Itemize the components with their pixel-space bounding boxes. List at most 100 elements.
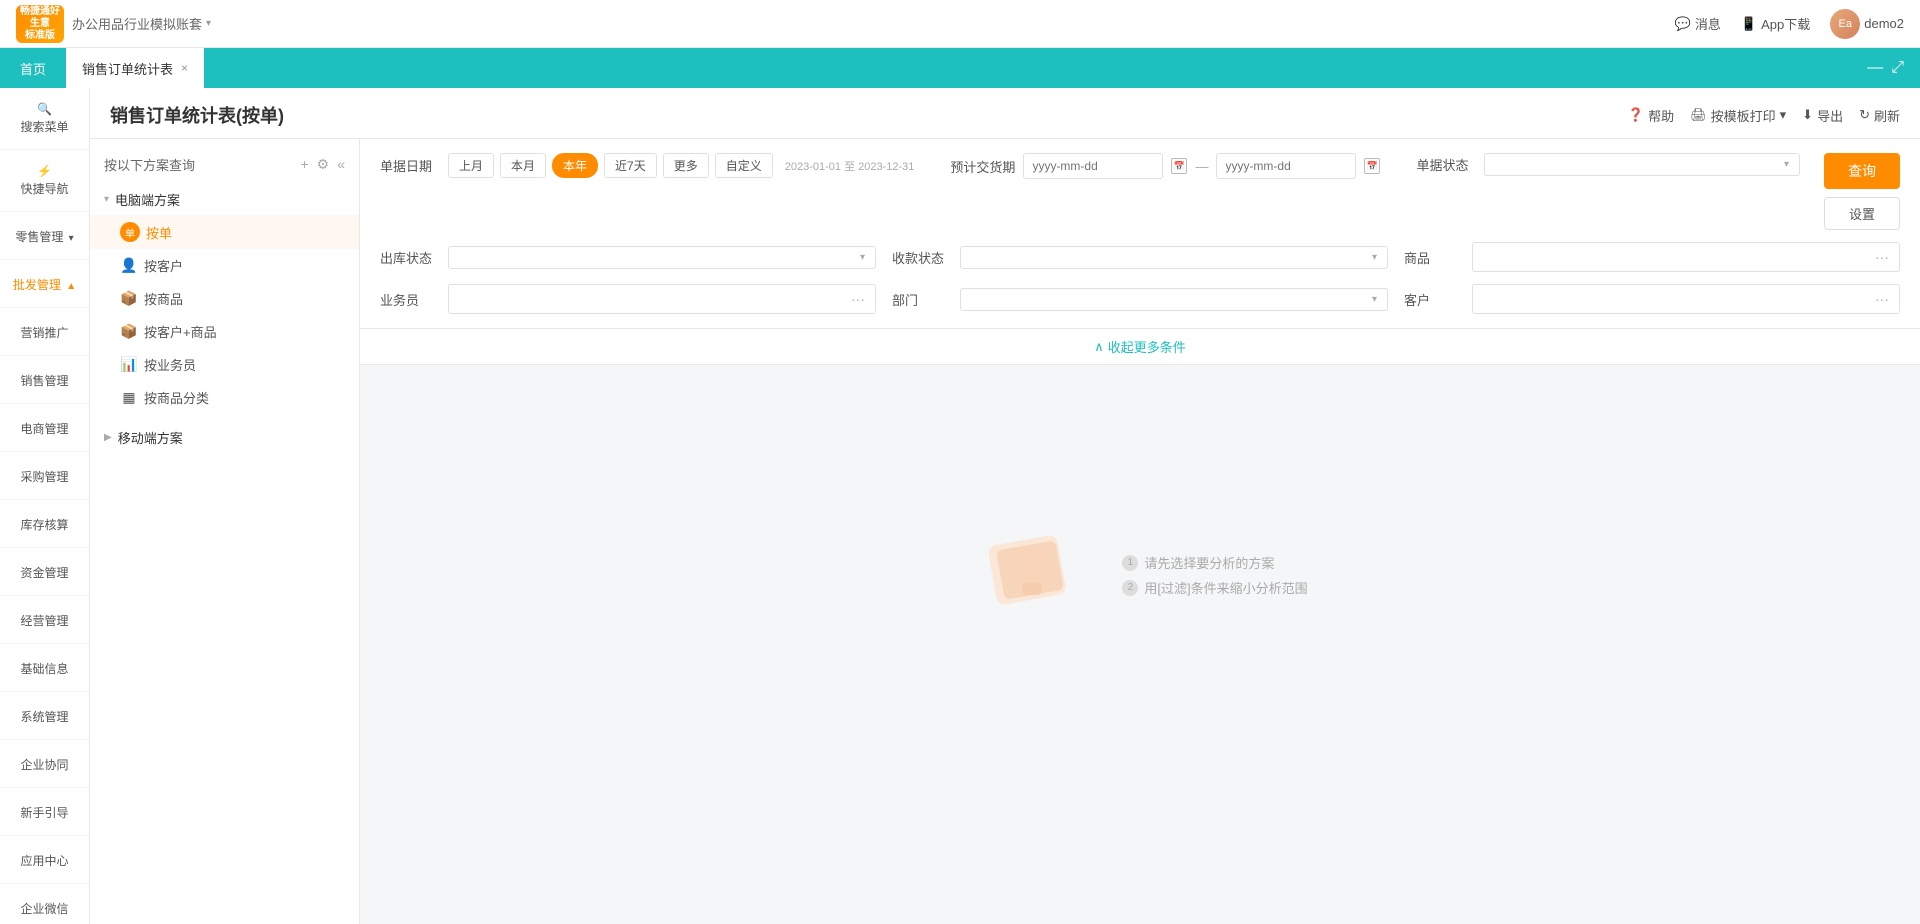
- sidebar-item-enterprise[interactable]: 企业协同: [0, 740, 89, 788]
- sidebar-item-system[interactable]: 系统管理: [0, 692, 89, 740]
- sidebar-item-retail[interactable]: 零售管理 ▾: [0, 212, 89, 260]
- print-btn[interactable]: 🖨 按模板打印 ▾: [1690, 106, 1786, 125]
- expected-date-to[interactable]: [1216, 153, 1356, 179]
- content-area: 销售订单统计表(按单) ❓ 帮助 🖨 按模板打印 ▾ ⬇ 导出 ↻ 刷新: [90, 88, 1920, 924]
- sidebar-item-finance[interactable]: 资金管理: [0, 548, 89, 596]
- app-download-icon: 📱: [1741, 16, 1757, 32]
- add-scheme-icon[interactable]: +: [300, 156, 308, 173]
- customer-ellipsis: ···: [1875, 291, 1889, 307]
- search-icon: 🔍: [4, 102, 85, 116]
- right-panel: 单据日期 上月 本月 本年 近7天 更多 自定义 2023-01-01 至 20…: [360, 139, 1920, 924]
- sidebar-item-sales[interactable]: 销售管理: [0, 356, 89, 404]
- tree-child-by-customer[interactable]: 👤 按客户: [90, 249, 359, 282]
- tree-child-by-cust-prod[interactable]: 📦 按客户+商品: [90, 315, 359, 348]
- settings-scheme-icon[interactable]: ⚙: [317, 156, 330, 173]
- goods-select[interactable]: ···: [1472, 242, 1900, 272]
- date-btn-this-month[interactable]: 本月: [500, 153, 546, 178]
- receipt-status-select[interactable]: ▾: [960, 246, 1388, 269]
- date-btn-7days[interactable]: 近7天: [604, 153, 657, 178]
- tree-parent-label: 电脑端方案: [115, 190, 180, 209]
- sidebar-item-ecommerce[interactable]: 电商管理: [0, 404, 89, 452]
- customer-label: 客户: [1404, 290, 1464, 309]
- status-select-arrow: ▾: [1784, 159, 1789, 170]
- tree-child-by-product[interactable]: 📦 按商品: [90, 282, 359, 315]
- sidebar-item-inventory[interactable]: 库存核算: [0, 500, 89, 548]
- left-panel-header: 按以下方案查询 + ⚙ «: [90, 149, 359, 180]
- app-download-btn[interactable]: 📱 App下载: [1741, 14, 1810, 33]
- by-single-label: 按单: [146, 223, 172, 242]
- tab-maximize-icon[interactable]: ⤢: [1891, 59, 1904, 77]
- sidebar-item-newbie[interactable]: 新手引导: [0, 788, 89, 836]
- tree-child-by-category[interactable]: ▦ 按商品分类: [90, 381, 359, 414]
- reset-btn[interactable]: 设置: [1824, 197, 1900, 230]
- sidebar-item-wholesale[interactable]: 批发管理 ▲: [0, 260, 89, 308]
- date-btn-custom[interactable]: 自定义: [715, 153, 773, 178]
- date-range-text: 2023-01-01 至 2023-12-31: [785, 158, 915, 174]
- collapse-panel-icon[interactable]: «: [337, 156, 345, 173]
- dept-label: 部门: [892, 290, 952, 309]
- date-btn-this-year[interactable]: 本年: [552, 153, 598, 178]
- calendar-from-icon[interactable]: 📅: [1171, 158, 1187, 174]
- app-logo: 畅捷通好生意 标准版: [16, 5, 64, 43]
- tree-parent-desktop[interactable]: ▾ 电脑端方案: [90, 184, 359, 215]
- tree-mobile-expand-icon: ▶: [104, 432, 112, 443]
- empty-text: 1 请先选择要分析的方案 2 用[过滤]条件来缩小分析范围: [1122, 547, 1307, 603]
- status-select[interactable]: ▾: [1484, 153, 1800, 176]
- empty-step2: 用[过滤]条件来缩小分析范围: [1144, 578, 1307, 597]
- top-bar-right: 💬 消息 📱 App下载 Ea demo2: [1675, 9, 1904, 39]
- top-bar-left: 畅捷通好生意 标准版 办公用品行业模拟账套 ▾: [16, 5, 211, 43]
- filter-area: 单据日期 上月 本月 本年 近7天 更多 自定义 2023-01-01 至 20…: [360, 139, 1920, 329]
- ship-status-arrow: ▾: [860, 252, 865, 263]
- page-header: 销售订单统计表(按单) ❓ 帮助 🖨 按模板打印 ▾ ⬇ 导出 ↻ 刷新: [90, 88, 1920, 139]
- sidebar-item-appstore[interactable]: 应用中心: [0, 836, 89, 884]
- ship-status-select[interactable]: ▾: [448, 246, 876, 269]
- query-buttons: 查询 设置: [1816, 153, 1900, 230]
- page-title: 销售订单统计表(按单): [110, 102, 284, 128]
- print-icon: 🖨: [1690, 107, 1707, 123]
- user-name: demo2: [1864, 16, 1904, 31]
- customer-select[interactable]: ···: [1472, 284, 1900, 314]
- tab-home[interactable]: 首页: [0, 48, 66, 88]
- collapse-conditions-btn[interactable]: ∧ 收起更多条件: [1094, 337, 1186, 356]
- tab-close-icon[interactable]: ×: [181, 61, 188, 75]
- tab-minimize-icon[interactable]: —: [1867, 59, 1883, 77]
- dept-select[interactable]: ▾: [960, 288, 1388, 311]
- step1-num: 1: [1122, 555, 1138, 571]
- tree-child-by-staff[interactable]: 📊 按业务员: [90, 348, 359, 381]
- tree-child-by-single[interactable]: 单 按单: [90, 215, 359, 249]
- date-btn-more[interactable]: 更多: [663, 153, 709, 178]
- user-profile[interactable]: Ea demo2: [1830, 9, 1904, 39]
- sidebar-item-basic[interactable]: 基础信息: [0, 644, 89, 692]
- breadcrumb: 办公用品行业模拟账套 ▾: [72, 14, 211, 33]
- left-panel-title: 按以下方案查询: [104, 155, 195, 174]
- sidebar-item-marketing[interactable]: 营销推广: [0, 308, 89, 356]
- message-btn[interactable]: 💬 消息: [1675, 14, 1721, 33]
- help-icon: ❓: [1628, 107, 1644, 123]
- inner-layout: 按以下方案查询 + ⚙ « ▾ 电脑端方案 单 按单: [90, 139, 1920, 924]
- export-icon: ⬇: [1802, 107, 1813, 123]
- avatar: Ea: [1830, 9, 1860, 39]
- sidebar-item-search-menu[interactable]: 🔍 搜索菜单: [0, 88, 89, 150]
- sidebar-item-purchase[interactable]: 采购管理: [0, 452, 89, 500]
- export-btn[interactable]: ⬇ 导出: [1802, 106, 1843, 125]
- empty-state: 1 请先选择要分析的方案 2 用[过滤]条件来缩小分析范围: [360, 365, 1920, 765]
- tree-section-desktop: ▾ 电脑端方案 单 按单 👤 按客户 📦 按商品: [90, 180, 359, 418]
- collapse-btn-area: ∧ 收起更多条件: [360, 329, 1920, 365]
- sidebar-item-wechat[interactable]: 企业微信: [0, 884, 89, 924]
- industry-dropdown[interactable]: ▾: [206, 18, 211, 29]
- ship-status-label: 出库状态: [380, 248, 440, 267]
- expected-date-from[interactable]: [1023, 153, 1163, 179]
- help-btn[interactable]: ❓ 帮助: [1628, 106, 1674, 125]
- calendar-to-icon[interactable]: 📅: [1364, 158, 1380, 174]
- sidebar-item-quick-nav[interactable]: ⚡ 快捷导航: [0, 150, 89, 212]
- sidebar-item-operation[interactable]: 经营管理: [0, 596, 89, 644]
- date-btn-last-month[interactable]: 上月: [448, 153, 494, 178]
- refresh-btn[interactable]: ↻ 刷新: [1859, 106, 1900, 125]
- staff-select[interactable]: ···: [448, 284, 876, 314]
- tree-parent-mobile[interactable]: ▶ 移动端方案: [90, 422, 359, 453]
- top-bar: 畅捷通好生意 标准版 办公用品行业模拟账套 ▾ 💬 消息 📱 App下载 Ea …: [0, 0, 1920, 48]
- tab-sales-order-stats[interactable]: 销售订单统计表 ×: [66, 48, 204, 88]
- query-btn[interactable]: 查询: [1824, 153, 1900, 189]
- by-single-icon: 单: [120, 222, 140, 242]
- app-download-label: App下载: [1761, 14, 1810, 33]
